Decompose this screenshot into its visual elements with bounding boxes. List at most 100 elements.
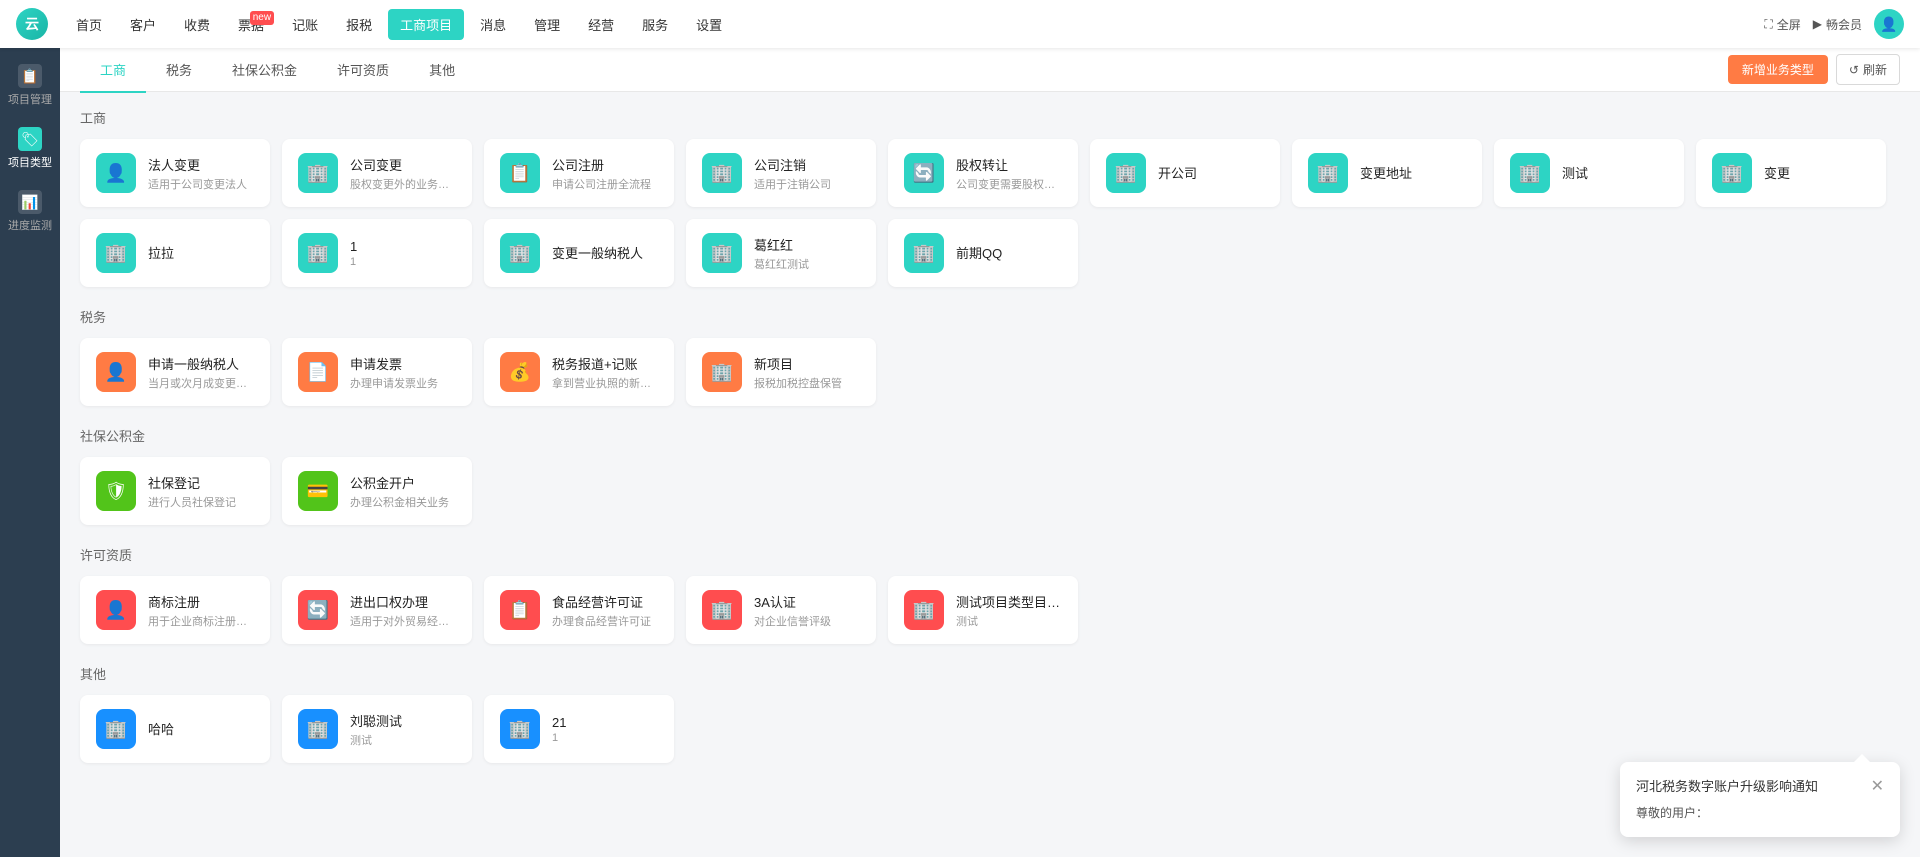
card-text: 前期QQ — [956, 243, 1062, 264]
nav-item-设置[interactable]: 设置 — [684, 9, 734, 40]
avatar[interactable]: 👤 — [1874, 9, 1904, 39]
sidebar: 📋 项目管理 🏷 项目类型 📊 进度监测 — [0, 48, 60, 857]
card-icon: 🏢 — [702, 352, 742, 392]
card-name: 税务报道+记账 — [552, 354, 658, 373]
nav-item-票据[interactable]: 票据new — [226, 9, 276, 40]
service-card-前期QQ[interactable]: 🏢前期QQ — [888, 219, 1078, 287]
card-text: 3A认证对企业信誉评级 — [754, 592, 860, 629]
card-icon: 🏢 — [702, 233, 742, 273]
nav-item-记账[interactable]: 记账 — [280, 9, 330, 40]
nav-item-服务[interactable]: 服务 — [630, 9, 680, 40]
notif-close-button[interactable]: ✕ — [1871, 776, 1884, 796]
cards-grid: 🛡社保登记进行人员社保登记 💳 公积金开户办理公积金相关业务 — [80, 457, 1900, 525]
card-name: 测试项目类型目定义 — [956, 592, 1062, 611]
service-card-拉拉[interactable]: 🏢拉拉 — [80, 219, 270, 287]
nav-right: ⛶ 全屏 ▶ 畅会员 👤 — [1764, 9, 1904, 39]
service-card-新项目[interactable]: 🏢新项目报税加税控盘保管 — [686, 338, 876, 406]
card-name: 哈哈 — [148, 719, 254, 738]
card-text: 法人变更适用于公司变更法人 — [148, 155, 254, 192]
notif-body: 尊敬的用户： — [1636, 804, 1884, 823]
service-card-3A认证[interactable]: 🏢 3A认证对企业信誉评级 — [686, 576, 876, 644]
card-text: 公积金开户办理公积金相关业务 — [350, 473, 456, 510]
service-card-申请发票[interactable]: 📄申请发票办理申请发票业务 — [282, 338, 472, 406]
refresh-button[interactable]: ↺ 刷新 — [1836, 54, 1900, 85]
nav-item-管理[interactable]: 管理 — [522, 9, 572, 40]
nav-item-客户[interactable]: 客户 — [118, 9, 168, 40]
fullscreen-button[interactable]: ⛶ 全屏 — [1764, 16, 1800, 33]
service-card-申请一般纳税人[interactable]: 👤申请一般纳税人当月或次月成变更完成 — [80, 338, 270, 406]
sub-tab-工商[interactable]: 工商 — [80, 48, 146, 93]
card-name: 社保登记 — [148, 473, 254, 492]
service-card-股权转让[interactable]: 🔄股权转让公司变更需要股权转让 — [888, 139, 1078, 207]
card-icon: 💳 — [298, 471, 338, 511]
service-card-21[interactable]: 🏢211 — [484, 695, 674, 763]
member-button[interactable]: ▶ 畅会员 — [1813, 16, 1862, 33]
sub-tab-社保公积金[interactable]: 社保公积金 — [212, 48, 317, 93]
card-text: 哈哈 — [148, 719, 254, 740]
nav-item-经营[interactable]: 经营 — [576, 9, 626, 40]
new-type-button[interactable]: 新增业务类型 — [1728, 55, 1828, 84]
sidebar-item-进度监测[interactable]: 📊 进度监测 — [4, 182, 56, 241]
member-icon: ▶ — [1813, 17, 1822, 31]
service-card-测试[interactable]: 🏢测试 — [1494, 139, 1684, 207]
card-icon: 🏢 — [702, 590, 742, 630]
sub-tab-税务[interactable]: 税务 — [146, 48, 212, 93]
card-desc: 股权变更外的业务变更 — [350, 176, 456, 192]
sub-tab-其他[interactable]: 其他 — [409, 48, 475, 93]
card-icon: 🏢 — [904, 590, 944, 630]
section-title: 税务 — [80, 307, 1900, 326]
section-title: 社保公积金 — [80, 426, 1900, 445]
card-icon: 🏢 — [96, 709, 136, 749]
service-card-食品经营许可证[interactable]: 📋食品经营许可证办理食品经营许可证 — [484, 576, 674, 644]
sidebar-item-项目类型[interactable]: 🏷 项目类型 — [4, 119, 56, 178]
nav-item-报税[interactable]: 报税 — [334, 9, 384, 40]
card-text: 葛红红葛红红测试 — [754, 235, 860, 272]
service-card-公积金开户[interactable]: 💳 公积金开户办理公积金相关业务 — [282, 457, 472, 525]
service-card-变更地址[interactable]: 🏢变更地址 — [1292, 139, 1482, 207]
nav-item-工商项目[interactable]: 工商项目 — [388, 9, 464, 40]
card-text: 变更 — [1764, 163, 1870, 184]
nav-item-首页[interactable]: 首页 — [64, 9, 114, 40]
card-icon: 🏢 — [96, 233, 136, 273]
service-card-进出口权办理[interactable]: 🔄进出口权办理适用于对外贸易经营者 — [282, 576, 472, 644]
section-社保公积金: 社保公积金 🛡社保登记进行人员社保登记 💳 公积金开户办理公积金相关业务 — [80, 426, 1900, 525]
card-icon: 🔄 — [298, 590, 338, 630]
card-text: 税务报道+记账拿到营业执照的新公司 — [552, 354, 658, 391]
service-card-税务报道+记账[interactable]: 💰税务报道+记账拿到营业执照的新公司 — [484, 338, 674, 406]
card-text: 商标注册用于企业商标注册服务 — [148, 592, 254, 629]
service-card-商标注册[interactable]: 👤商标注册用于企业商标注册服务 — [80, 576, 270, 644]
card-icon: 🏢 — [500, 233, 540, 273]
service-card-变更一般纳税人[interactable]: 🏢变更一般纳税人 — [484, 219, 674, 287]
service-card-测试项目类型目定义[interactable]: 🏢测试项目类型目定义测试 — [888, 576, 1078, 644]
section-许可资质: 许可资质👤商标注册用于企业商标注册服务🔄进出口权办理适用于对外贸易经营者📋食品经… — [80, 545, 1900, 644]
card-desc: 拿到营业执照的新公司 — [552, 375, 658, 391]
service-card-1[interactable]: 🏢11 — [282, 219, 472, 287]
sub-tab-许可资质[interactable]: 许可资质 — [317, 48, 409, 93]
card-desc: 办理食品经营许可证 — [552, 613, 658, 629]
sub-nav-tabs: 工商税务社保公积金许可资质其他 — [80, 48, 475, 92]
card-text: 股权转让公司变更需要股权转让 — [956, 155, 1062, 192]
service-card-公司注册[interactable]: 📋公司注册申请公司注册全流程 — [484, 139, 674, 207]
card-icon: 🏢 — [298, 709, 338, 749]
service-card-葛红红[interactable]: 🏢 葛红红葛红红测试 — [686, 219, 876, 287]
service-card-法人变更[interactable]: 👤法人变更适用于公司变更法人 — [80, 139, 270, 207]
service-card-变更[interactable]: 🏢变更 — [1696, 139, 1886, 207]
service-card-哈哈[interactable]: 🏢 哈哈 — [80, 695, 270, 763]
sidebar-label: 项目类型 — [8, 154, 52, 170]
service-card-刘聪测试[interactable]: 🏢刘聪测试测试 — [282, 695, 472, 763]
service-card-社保登记[interactable]: 🛡社保登记进行人员社保登记 — [80, 457, 270, 525]
section-title: 其他 — [80, 664, 1900, 683]
card-desc: 报税加税控盘保管 — [754, 375, 860, 391]
nav-items: 首页客户收费票据new记账报税工商项目消息管理经营服务设置 — [64, 9, 1764, 40]
card-name: 21 — [552, 715, 658, 730]
fullscreen-label: 全屏 — [1777, 16, 1801, 33]
service-card-公司变更[interactable]: 🏢公司变更股权变更外的业务变更 — [282, 139, 472, 207]
sidebar-item-项目管理[interactable]: 📋 项目管理 — [4, 56, 56, 115]
nav-item-收费[interactable]: 收费 — [172, 9, 222, 40]
service-card-开公司[interactable]: 🏢开公司 — [1090, 139, 1280, 207]
card-name: 3A认证 — [754, 592, 860, 611]
card-name: 测试 — [1562, 163, 1668, 182]
card-name: 1 — [350, 239, 456, 254]
service-card-公司注销[interactable]: 🏢公司注销适用于注销公司 — [686, 139, 876, 207]
nav-item-消息[interactable]: 消息 — [468, 9, 518, 40]
